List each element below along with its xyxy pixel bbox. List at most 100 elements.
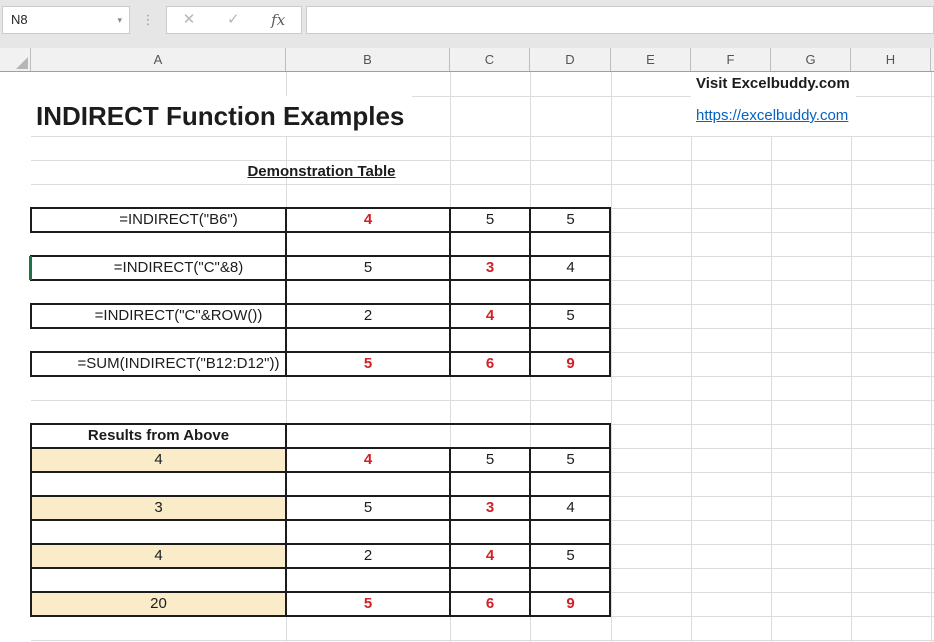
cell-B22[interactable]: 5 xyxy=(286,592,450,616)
cell-B8[interactable]: 5 xyxy=(286,256,450,280)
cell-B16[interactable]: 4 xyxy=(286,448,450,472)
cell-C16[interactable]: 5 xyxy=(450,448,530,472)
col-header-G[interactable]: G xyxy=(771,48,851,71)
table-border xyxy=(30,279,611,281)
col-header-E[interactable]: E xyxy=(611,48,691,71)
table-border xyxy=(30,543,611,545)
table-border xyxy=(30,423,32,617)
cell-D18[interactable]: 4 xyxy=(530,496,611,520)
col-header-D[interactable]: D xyxy=(530,48,611,71)
col-header-F[interactable]: F xyxy=(691,48,771,71)
table-border xyxy=(30,351,611,353)
select-all-icon xyxy=(16,57,28,69)
cell-B12[interactable]: 5 xyxy=(286,352,450,376)
cell-C20[interactable]: 4 xyxy=(450,544,530,568)
cell-F1[interactable]: Visit Excelbuddy.com xyxy=(691,72,858,96)
gridline xyxy=(851,72,852,642)
table-border xyxy=(30,519,611,521)
cell-B6[interactable]: 4 xyxy=(286,208,450,232)
gridline xyxy=(691,72,692,642)
sheet-grid[interactable]: Visit Excelbuddy.com INDIRECT Function Ex… xyxy=(0,72,934,642)
cell-B18[interactable]: 5 xyxy=(286,496,450,520)
col-header-A[interactable]: A xyxy=(31,48,286,71)
table-border xyxy=(30,615,611,617)
gridline xyxy=(31,184,934,185)
cell-A16[interactable]: 4 xyxy=(31,448,286,472)
cell-C18[interactable]: 3 xyxy=(450,496,530,520)
cell-C22[interactable]: 6 xyxy=(450,592,530,616)
cell-A2[interactable]: INDIRECT Function Examples xyxy=(31,96,413,136)
cell-D22[interactable]: 9 xyxy=(530,592,611,616)
column-headers: ABCDEFGH xyxy=(0,48,934,72)
table-border xyxy=(30,303,611,305)
cell-D20[interactable]: 5 xyxy=(530,544,611,568)
table-border xyxy=(30,495,611,497)
cancel-icon[interactable]: ✕ xyxy=(183,7,196,33)
table-border xyxy=(285,423,287,617)
table-border xyxy=(30,567,611,569)
cell-A12[interactable]: =SUM(INDIRECT("B12:D12")) xyxy=(51,352,306,376)
table-border xyxy=(30,303,32,329)
table-border xyxy=(30,255,611,257)
active-row-indicator xyxy=(29,256,32,280)
table-border xyxy=(449,207,451,377)
table-border xyxy=(30,423,611,425)
table-border xyxy=(30,591,611,593)
formula-input[interactable] xyxy=(306,6,934,34)
cell-D10[interactable]: 5 xyxy=(530,304,611,328)
table-border xyxy=(30,471,611,473)
table-border xyxy=(449,447,451,617)
formula-bar-buttons: ✕ ✓ fx xyxy=(166,6,302,34)
cell-D16[interactable]: 5 xyxy=(530,448,611,472)
cell-D8[interactable]: 4 xyxy=(530,256,611,280)
col-header-H[interactable]: H xyxy=(851,48,931,71)
table-border xyxy=(30,447,611,449)
table-border xyxy=(30,327,611,329)
name-box[interactable]: N8 ▾ xyxy=(2,6,130,34)
cell-C10[interactable]: 4 xyxy=(450,304,530,328)
select-all-button[interactable] xyxy=(0,48,31,71)
col-header-C[interactable]: C xyxy=(450,48,530,71)
cell-A8[interactable]: =INDIRECT("C"&8) xyxy=(51,256,306,280)
cell-D12[interactable]: 9 xyxy=(530,352,611,376)
table-border xyxy=(30,207,32,233)
cell-A20[interactable]: 4 xyxy=(31,544,286,568)
cell-B20[interactable]: 2 xyxy=(286,544,450,568)
formula-bar-grip-icon[interactable]: ⋮ xyxy=(141,6,155,34)
table-border xyxy=(30,351,32,377)
cell-A15[interactable]: Results from Above xyxy=(31,424,286,448)
excel-window: N8 ▾ ⋮ ✕ ✓ fx ABCDEFGH 12345678910111213… xyxy=(0,0,934,642)
name-box-dropdown-icon[interactable]: ▾ xyxy=(117,7,122,33)
cell-A6[interactable]: =INDIRECT("B6") xyxy=(51,208,306,232)
cell-A22[interactable]: 20 xyxy=(31,592,286,616)
cell-A18[interactable]: 3 xyxy=(31,496,286,520)
cell-B10[interactable]: 2 xyxy=(286,304,450,328)
formula-bar-chrome: N8 ▾ ⋮ ✕ ✓ fx xyxy=(0,0,934,48)
cell-A17[interactable] xyxy=(31,472,286,496)
gridline xyxy=(771,72,772,642)
gridline xyxy=(31,400,934,401)
name-box-value: N8 xyxy=(11,12,28,27)
gridline xyxy=(611,72,612,642)
gridline xyxy=(931,72,932,642)
cell-C8[interactable]: 3 xyxy=(450,256,530,280)
cell-A10[interactable]: =INDIRECT("C"&ROW()) xyxy=(51,304,306,328)
gridline xyxy=(31,136,934,137)
enter-icon[interactable]: ✓ xyxy=(227,7,240,33)
table-border xyxy=(609,207,611,377)
gridline xyxy=(31,640,934,641)
table-border xyxy=(30,231,611,233)
table-border xyxy=(529,447,531,617)
table-border xyxy=(30,207,611,209)
col-header-B[interactable]: B xyxy=(286,48,450,71)
insert-function-icon[interactable]: fx xyxy=(271,11,285,29)
cell-F2[interactable]: https://excelbuddy.com xyxy=(691,96,857,136)
cell-C12[interactable]: 6 xyxy=(450,352,530,376)
table-border xyxy=(30,375,611,377)
cell-A4[interactable]: Demonstration Table xyxy=(112,160,531,184)
table-border xyxy=(285,207,287,377)
table-border xyxy=(609,423,611,617)
table-border xyxy=(529,207,531,377)
cell-D6[interactable]: 5 xyxy=(530,208,611,232)
cell-C6[interactable]: 5 xyxy=(450,208,530,232)
